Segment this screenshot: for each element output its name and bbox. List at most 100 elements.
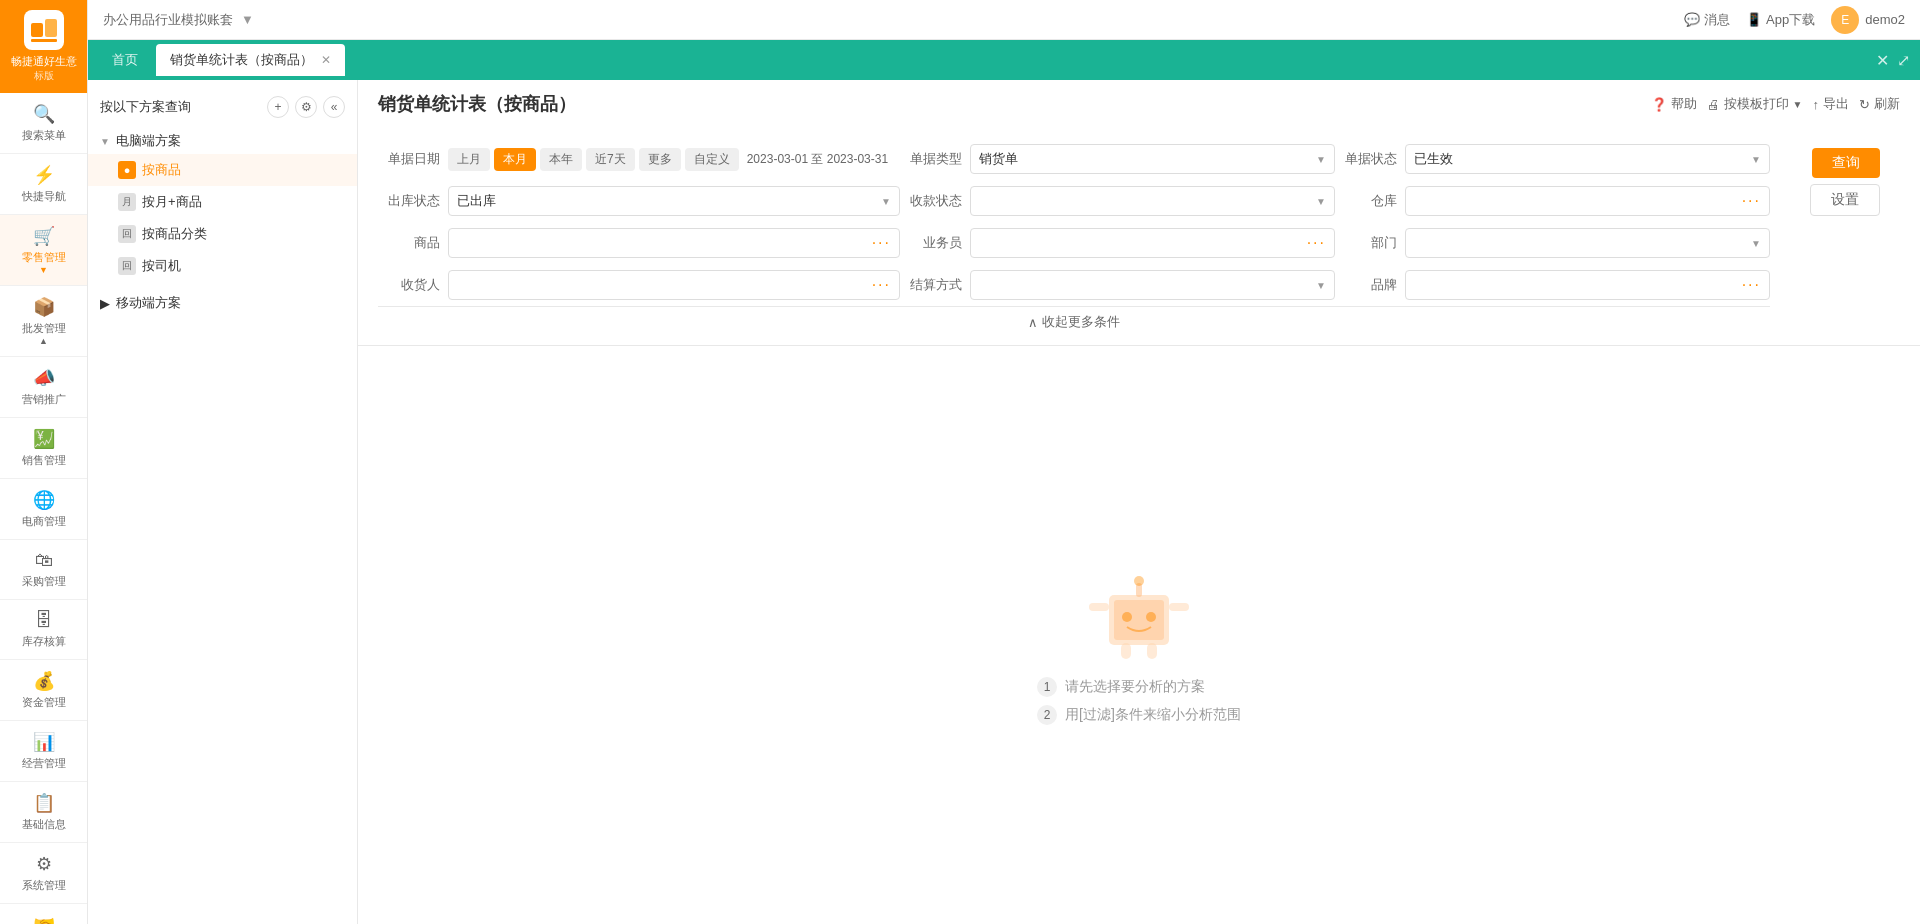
message-icon: 💬 bbox=[1684, 12, 1700, 27]
app-download-item[interactable]: 📱 App下载 bbox=[1746, 11, 1815, 29]
template-print-action[interactable]: 🖨 按模板打印 ▼ bbox=[1707, 95, 1803, 113]
query-button[interactable]: 查询 bbox=[1812, 148, 1880, 178]
sidebar-finance-label: 资金管理 bbox=[22, 695, 66, 710]
sales-icon: 💹 bbox=[33, 428, 55, 450]
enterprise-icon: 🤝 bbox=[33, 914, 55, 924]
collapse-arrow-icon: ∧ bbox=[1028, 315, 1038, 330]
export-action[interactable]: ↑ 导出 bbox=[1813, 95, 1850, 113]
sidebar-item-wholesale[interactable]: 📦 批发管理 ▲ bbox=[0, 286, 87, 357]
settings-button[interactable]: 设置 bbox=[1810, 184, 1880, 216]
refresh-action[interactable]: ↻ 刷新 bbox=[1859, 95, 1900, 113]
user-profile[interactable]: E demo2 bbox=[1831, 6, 1905, 34]
date-strip: 上月 本月 本年 近7天 更多 自定义 2023-03-01 至 2023-03… bbox=[448, 148, 900, 171]
mobile-scheme-group-title[interactable]: ▶ 移动端方案 bbox=[88, 290, 357, 316]
warehouse-select[interactable]: ··· bbox=[1405, 186, 1770, 216]
svg-rect-2 bbox=[31, 39, 57, 42]
filter-row-3: 商品 ··· 业务员 ··· bbox=[378, 222, 1770, 264]
filter-cell-product: 商品 ··· bbox=[378, 228, 900, 258]
collect-status-select[interactable]: ▼ bbox=[970, 186, 1335, 216]
salesman-select[interactable]: ··· bbox=[970, 228, 1335, 258]
pc-scheme-group-title[interactable]: ▼ 电脑端方案 bbox=[88, 128, 357, 154]
collapse-panel-button[interactable]: « bbox=[323, 96, 345, 118]
hint-text-1: 请先选择要分析的方案 bbox=[1065, 678, 1205, 696]
sidebar-item-sales[interactable]: 💹 销售管理 bbox=[0, 418, 87, 479]
receiver-select[interactable]: ··· bbox=[448, 270, 900, 300]
by-month-label: 按月+商品 bbox=[142, 193, 202, 211]
filter-fields: 单据日期 上月 本月 本年 近7天 更多 自定义 2023-03-01 至 20… bbox=[378, 138, 1770, 337]
sidebar-item-quicknav[interactable]: ⚡ 快捷导航 bbox=[0, 154, 87, 215]
wholesale-arrow-icon: ▲ bbox=[39, 336, 48, 346]
mobile-group-label: 移动端方案 bbox=[116, 294, 181, 312]
out-status-select[interactable]: 已出库 ▼ bbox=[448, 186, 900, 216]
main-area: 办公用品行业模拟账套 ▼ 💬 消息 📱 App下载 E demo2 首页 bbox=[88, 0, 1920, 924]
tab-report[interactable]: 销货单统计表（按商品） ✕ bbox=[156, 44, 345, 76]
settlement-label: 结算方式 bbox=[900, 276, 970, 294]
svg-point-8 bbox=[1134, 576, 1144, 586]
sidebar: 畅捷通好生意 标版 🔍 搜索菜单 ⚡ 快捷导航 🛒 零售管理 ▼ 📦 批发管理 … bbox=[0, 0, 88, 924]
filter-cell-salesman: 业务员 ··· bbox=[900, 228, 1335, 258]
date-btn-this-month[interactable]: 本月 bbox=[494, 148, 536, 171]
dept-select[interactable]: ▼ bbox=[1405, 228, 1770, 258]
by-product-label: 按商品 bbox=[142, 161, 181, 179]
date-btn-custom[interactable]: 自定义 bbox=[685, 148, 739, 171]
bill-status-arrow-icon: ▼ bbox=[1751, 154, 1761, 165]
date-btn-more[interactable]: 更多 bbox=[639, 148, 681, 171]
maximize-icon[interactable]: ⤢ bbox=[1897, 51, 1910, 70]
sidebar-item-basic[interactable]: 📋 基础信息 bbox=[0, 782, 87, 843]
help-action[interactable]: ❓ 帮助 bbox=[1651, 95, 1697, 113]
export-label: 导出 bbox=[1823, 95, 1849, 113]
sidebar-item-inventory[interactable]: 🗄 库存核算 bbox=[0, 600, 87, 660]
collapse-bar[interactable]: ∧ 收起更多条件 bbox=[378, 306, 1770, 337]
edit-scheme-button[interactable]: ⚙ bbox=[295, 96, 317, 118]
header-right: 💬 消息 📱 App下载 E demo2 bbox=[1684, 6, 1905, 34]
print-icon: 🖨 bbox=[1707, 97, 1720, 112]
refresh-icon: ↻ bbox=[1859, 97, 1870, 112]
print-label: 按模板打印 bbox=[1724, 95, 1789, 113]
template-dropdown-icon[interactable]: ▼ bbox=[241, 12, 254, 27]
sidebar-item-ecommerce[interactable]: 🌐 电商管理 bbox=[0, 479, 87, 540]
settlement-select[interactable]: ▼ bbox=[970, 270, 1335, 300]
sidebar-item-retail[interactable]: 🛒 零售管理 ▼ bbox=[0, 215, 87, 286]
scheme-item-by-cashier[interactable]: 回 按司机 bbox=[88, 250, 357, 282]
tab-bar: 首页 销货单统计表（按商品） ✕ ✕ ⤢ bbox=[88, 40, 1920, 80]
date-btn-last-month[interactable]: 上月 bbox=[448, 148, 490, 171]
sidebar-item-finance[interactable]: 💰 资金管理 bbox=[0, 660, 87, 721]
filter-area: 单据日期 上月 本月 本年 近7天 更多 自定义 2023-03-01 至 20… bbox=[358, 134, 1920, 345]
bill-type-select[interactable]: 销货单 ▼ bbox=[970, 144, 1335, 174]
product-select[interactable]: ··· bbox=[448, 228, 900, 258]
close-window-icon[interactable]: ✕ bbox=[1876, 51, 1889, 70]
tab-home[interactable]: 首页 bbox=[98, 44, 152, 76]
sidebar-item-operation[interactable]: 📊 经营管理 bbox=[0, 721, 87, 782]
page-title: 销货单统计表（按商品） bbox=[378, 92, 576, 116]
sidebar-item-marketing[interactable]: 📣 营销推广 bbox=[0, 357, 87, 418]
sidebar-item-enterprise[interactable]: 🤝 企业协同 bbox=[0, 904, 87, 924]
page-actions: ❓ 帮助 🖨 按模板打印 ▼ ↑ 导出 ↻ bbox=[1651, 95, 1900, 113]
empty-state: 1 请先选择要分析的方案 2 用[过滤]条件来缩小分析范围 bbox=[358, 346, 1920, 924]
hint-text-2: 用[过滤]条件来缩小分析范围 bbox=[1065, 706, 1241, 724]
date-btn-this-year[interactable]: 本年 bbox=[540, 148, 582, 171]
scheme-item-by-month-product[interactable]: 月 按月+商品 bbox=[88, 186, 357, 218]
scheme-item-by-category[interactable]: 回 按商品分类 bbox=[88, 218, 357, 250]
bill-status-select[interactable]: 已生效 ▼ bbox=[1405, 144, 1770, 174]
date-range-display: 2023-03-01 至 2023-03-31 bbox=[747, 151, 888, 168]
scheme-panel: 按以下方案查询 + ⚙ « ▼ 电脑端方案 ● 按商品 月 按月 bbox=[88, 80, 358, 924]
operation-icon: 📊 bbox=[33, 731, 55, 753]
pc-group-label: 电脑端方案 bbox=[116, 132, 181, 150]
sidebar-item-system[interactable]: ⚙ 系统管理 bbox=[0, 843, 87, 904]
brand-select[interactable]: ··· bbox=[1405, 270, 1770, 300]
export-icon: ↑ bbox=[1813, 97, 1820, 112]
sidebar-operation-label: 经营管理 bbox=[22, 756, 66, 771]
add-scheme-button[interactable]: + bbox=[267, 96, 289, 118]
empty-illustration bbox=[1079, 545, 1199, 665]
sidebar-item-purchase[interactable]: 🛍 采购管理 bbox=[0, 540, 87, 600]
tab-close-button[interactable]: ✕ bbox=[321, 53, 331, 67]
date-btn-7days[interactable]: 近7天 bbox=[586, 148, 635, 171]
salesman-label: 业务员 bbox=[900, 234, 970, 252]
svg-rect-11 bbox=[1121, 643, 1131, 659]
message-item[interactable]: 💬 消息 bbox=[1684, 11, 1730, 29]
print-arrow-icon: ▼ bbox=[1793, 99, 1803, 110]
sidebar-item-search[interactable]: 🔍 搜索菜单 bbox=[0, 93, 87, 154]
out-status-arrow-icon: ▼ bbox=[881, 196, 891, 207]
logo-icon bbox=[24, 10, 64, 50]
scheme-item-by-product[interactable]: ● 按商品 bbox=[88, 154, 357, 186]
